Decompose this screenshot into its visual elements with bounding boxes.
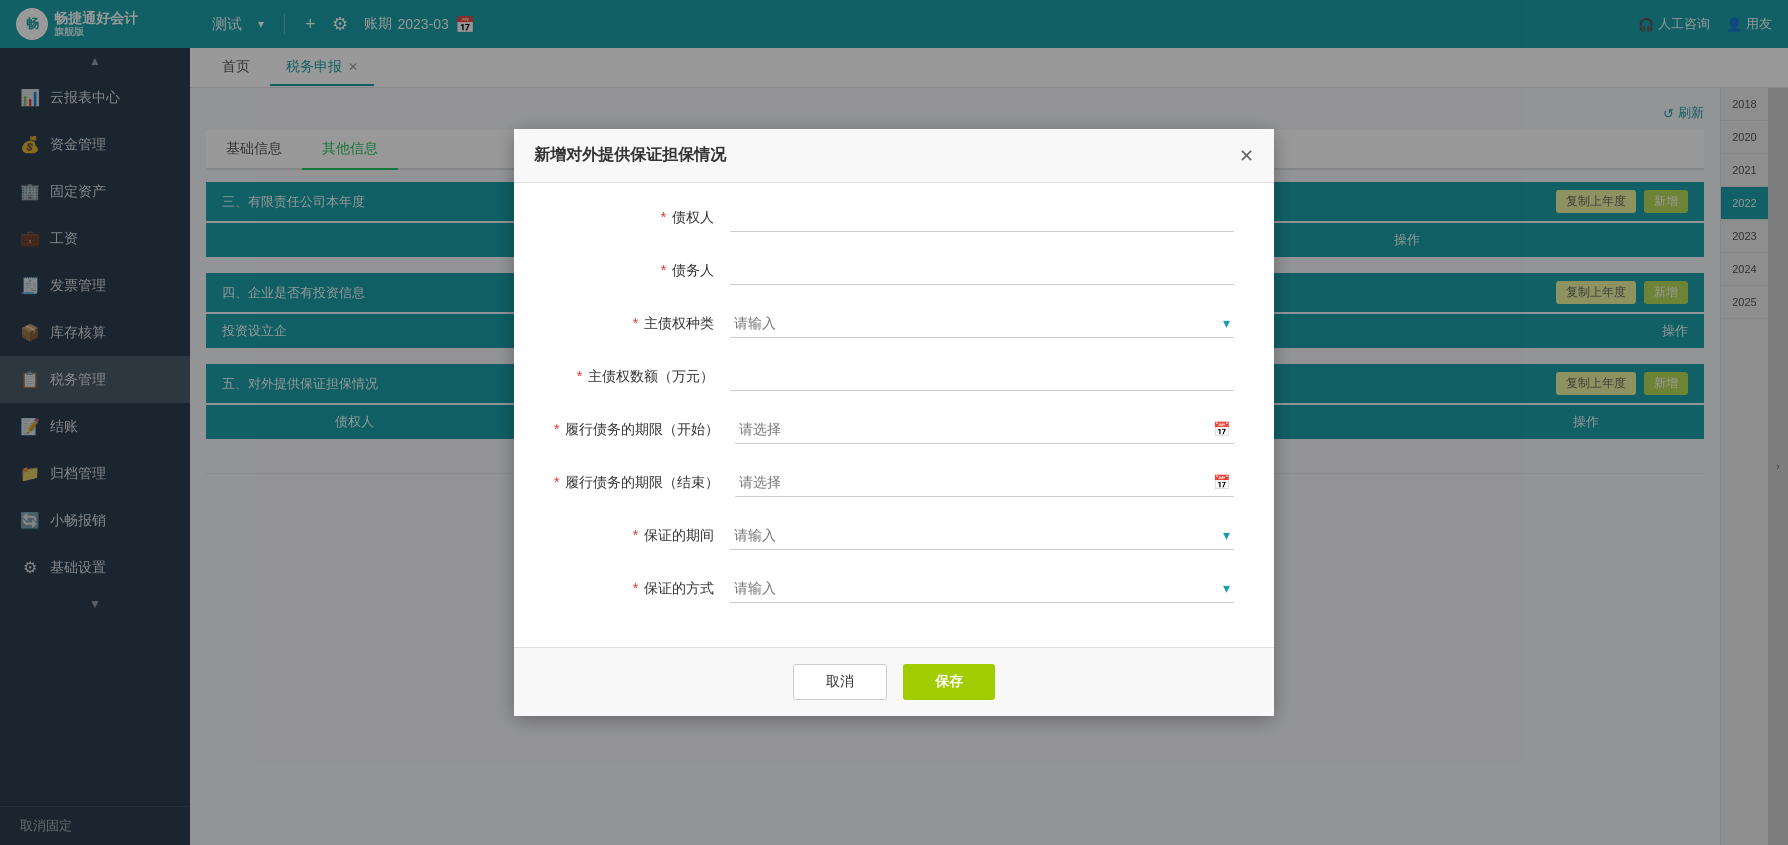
save-button[interactable]: 保存 [903,664,995,700]
required-star: * [661,209,666,225]
calendar-end-icon[interactable]: 📅 [1213,474,1230,490]
debtor-label-text: 债务人 [672,262,714,278]
guarantee-period-label-text: 保证的期间 [644,527,714,543]
required-star-6: * [554,474,559,490]
guarantee-period-select[interactable]: ▾ [730,521,1234,550]
required-star-4: * [577,368,582,384]
chevron-down-icon-3: ▾ [1223,580,1230,596]
debtor-label: * 债务人 [554,262,714,280]
guarantee-method-label-text: 保证的方式 [644,580,714,596]
form-row-period-end: * 履行债务的期限（结束） 📅 [554,468,1234,497]
chevron-down-icon: ▾ [1223,315,1230,331]
required-star-7: * [633,527,638,543]
required-star-3: * [633,315,638,331]
period-start-input[interactable] [739,421,1213,437]
modal-body: * 债权人 * 债务人 * 主债权种类 [514,183,1274,647]
chevron-down-icon-2: ▾ [1223,527,1230,543]
guarantee-period-label: * 保证的期间 [554,527,714,545]
required-star-2: * [661,262,666,278]
form-row-claim-amount: * 主债权数额（万元） [554,362,1234,391]
guarantee-period-input[interactable] [734,527,1223,543]
modal: 新增对外提供保证担保情况 ✕ * 债权人 * 债务人 [514,129,1274,716]
creditor-label-text: 债权人 [672,209,714,225]
claim-amount-label-text: 主债权数额（万元） [588,368,714,384]
claim-type-label-text: 主债权种类 [644,315,714,331]
modal-close-button[interactable]: ✕ [1239,147,1254,165]
creditor-label: * 债权人 [554,209,714,227]
period-end-input[interactable] [739,474,1213,490]
required-star-5: * [554,421,559,437]
claim-type-input[interactable] [734,315,1223,331]
period-start-date[interactable]: 📅 [735,415,1234,444]
period-end-label-text: 履行债务的期限（结束） [565,474,719,490]
required-star-8: * [633,580,638,596]
creditor-input[interactable] [730,203,1234,232]
form-row-guarantee-method: * 保证的方式 ▾ [554,574,1234,603]
form-row-creditor: * 债权人 [554,203,1234,232]
modal-overlay[interactable]: 新增对外提供保证担保情况 ✕ * 债权人 * 债务人 [0,0,1788,845]
period-end-label: * 履行债务的期限（结束） [554,474,719,492]
guarantee-method-label: * 保证的方式 [554,580,714,598]
claim-amount-label: * 主债权数额（万元） [554,368,714,386]
period-end-date[interactable]: 📅 [735,468,1234,497]
guarantee-method-input[interactable] [734,580,1223,596]
form-row-debtor: * 债务人 [554,256,1234,285]
calendar-start-icon[interactable]: 📅 [1213,421,1230,437]
guarantee-method-select[interactable]: ▾ [730,574,1234,603]
modal-header: 新增对外提供保证担保情况 ✕ [514,129,1274,183]
cancel-button[interactable]: 取消 [793,664,887,700]
modal-footer: 取消 保存 [514,647,1274,716]
claim-type-select[interactable]: ▾ [730,309,1234,338]
period-start-label-text: 履行债务的期限（开始） [565,421,719,437]
form-row-guarantee-period: * 保证的期间 ▾ [554,521,1234,550]
debtor-input[interactable] [730,256,1234,285]
period-start-label: * 履行债务的期限（开始） [554,421,719,439]
form-row-period-start: * 履行债务的期限（开始） 📅 [554,415,1234,444]
modal-title: 新增对外提供保证担保情况 [534,145,726,166]
claim-amount-input[interactable] [730,362,1234,391]
form-row-claim-type: * 主债权种类 ▾ [554,309,1234,338]
claim-type-label: * 主债权种类 [554,315,714,333]
